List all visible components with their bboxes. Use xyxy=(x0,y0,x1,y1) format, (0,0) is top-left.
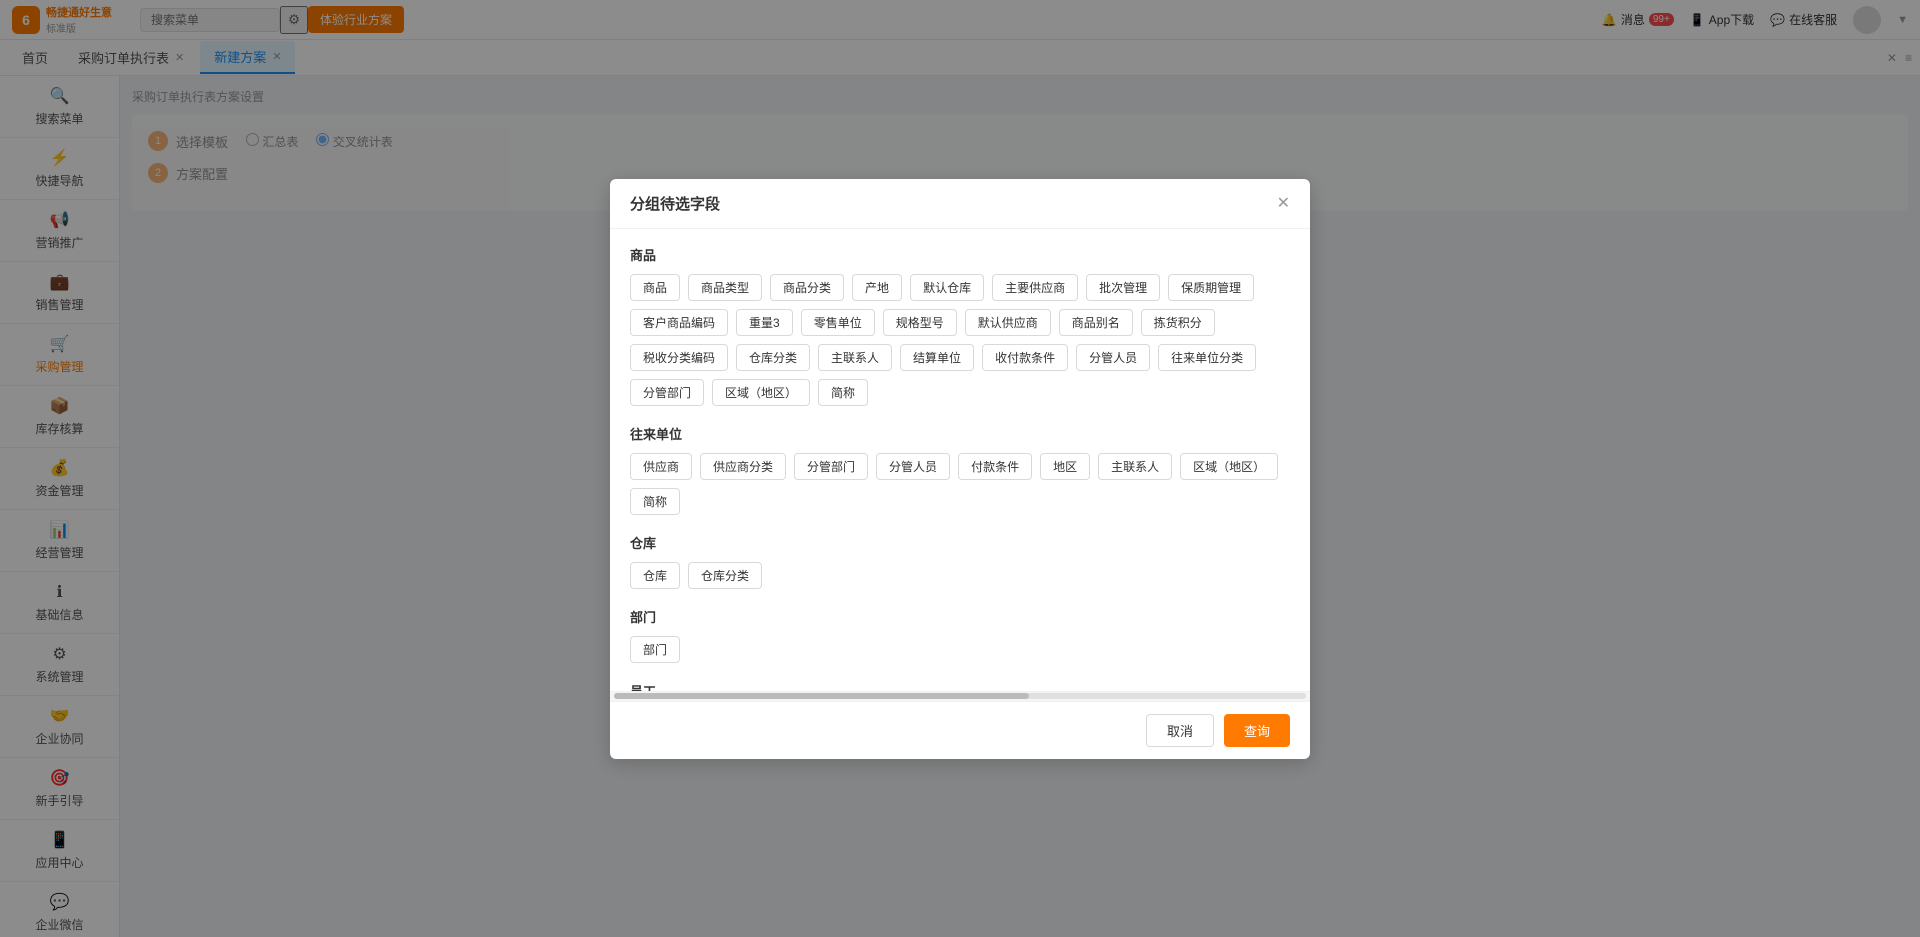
modal-body: 商品 商品 商品类型 商品分类 产地 默认仓库 主要供应商 批次管理 保质期管理… xyxy=(610,229,1310,691)
field-tag[interactable]: 分管部门 xyxy=(630,379,704,406)
field-tag[interactable]: 规格型号 xyxy=(883,309,957,336)
field-tag[interactable]: 客户商品编码 xyxy=(630,309,728,336)
field-tag[interactable]: 默认仓库 xyxy=(910,274,984,301)
section-dept-tags: 部门 xyxy=(630,636,1290,663)
field-tag[interactable]: 拣货积分 xyxy=(1141,309,1215,336)
section-staff-title: 员工 xyxy=(630,681,1290,691)
section-dept: 部门 部门 xyxy=(630,607,1290,663)
field-tag[interactable]: 简称 xyxy=(818,379,868,406)
field-tag[interactable]: 地区 xyxy=(1040,453,1090,480)
modal-footer: 取消 查询 xyxy=(610,701,1310,759)
section-warehouse: 仓库 仓库 仓库分类 xyxy=(630,533,1290,589)
section-partner: 往来单位 供应商 供应商分类 分管部门 分管人员 付款条件 地区 主联系人 区域… xyxy=(630,424,1290,515)
field-tag[interactable]: 商品类型 xyxy=(688,274,762,301)
section-staff: 员工 业务员 xyxy=(630,681,1290,691)
field-tag[interactable]: 供应商分类 xyxy=(700,453,786,480)
field-tag[interactable]: 区域（地区） xyxy=(1180,453,1278,480)
field-tag[interactable]: 供应商 xyxy=(630,453,692,480)
field-tag[interactable]: 分管人员 xyxy=(1076,344,1150,371)
modal-scroll-bottom xyxy=(610,691,1310,701)
section-goods-title: 商品 xyxy=(630,245,1290,264)
modal-title: 分组待选字段 xyxy=(630,193,720,214)
modal-overlay: 分组待选字段 ✕ 商品 商品 商品类型 商品分类 产地 默认仓库 主要供应商 批… xyxy=(0,0,1920,937)
field-tag[interactable]: 商品别名 xyxy=(1059,309,1133,336)
field-tag[interactable]: 商品分类 xyxy=(770,274,844,301)
section-goods: 商品 商品 商品类型 商品分类 产地 默认仓库 主要供应商 批次管理 保质期管理… xyxy=(630,245,1290,406)
field-tag[interactable]: 仓库分类 xyxy=(688,562,762,589)
section-warehouse-tags: 仓库 仓库分类 xyxy=(630,562,1290,589)
modal-close-btn[interactable]: ✕ xyxy=(1277,193,1290,213)
section-partner-tags: 供应商 供应商分类 分管部门 分管人员 付款条件 地区 主联系人 区域（地区） … xyxy=(630,453,1290,515)
field-tag[interactable]: 零售单位 xyxy=(801,309,875,336)
section-warehouse-title: 仓库 xyxy=(630,533,1290,552)
field-tag[interactable]: 主要供应商 xyxy=(992,274,1078,301)
field-tag[interactable]: 商品 xyxy=(630,274,680,301)
field-tag[interactable]: 结算单位 xyxy=(900,344,974,371)
field-tag[interactable]: 收付款条件 xyxy=(982,344,1068,371)
field-tag[interactable]: 分管人员 xyxy=(876,453,950,480)
field-tag[interactable]: 付款条件 xyxy=(958,453,1032,480)
section-goods-tags: 商品 商品类型 商品分类 产地 默认仓库 主要供应商 批次管理 保质期管理 客户… xyxy=(630,274,1290,406)
modal-scroll-track[interactable] xyxy=(614,693,1306,699)
field-tag[interactable]: 主联系人 xyxy=(1098,453,1172,480)
section-partner-title: 往来单位 xyxy=(630,424,1290,443)
field-tag[interactable]: 区域（地区） xyxy=(712,379,810,406)
confirm-button[interactable]: 查询 xyxy=(1224,714,1290,747)
section-dept-title: 部门 xyxy=(630,607,1290,626)
field-tag[interactable]: 仓库分类 xyxy=(736,344,810,371)
field-tag[interactable]: 重量3 xyxy=(736,309,793,336)
modal-scroll-thumb xyxy=(614,693,1029,699)
field-select-modal: 分组待选字段 ✕ 商品 商品 商品类型 商品分类 产地 默认仓库 主要供应商 批… xyxy=(610,179,1310,759)
modal-header: 分组待选字段 ✕ xyxy=(610,179,1310,229)
field-tag[interactable]: 简称 xyxy=(630,488,680,515)
field-tag[interactable]: 默认供应商 xyxy=(965,309,1051,336)
field-tag[interactable]: 分管部门 xyxy=(794,453,868,480)
field-tag[interactable]: 产地 xyxy=(852,274,902,301)
field-tag[interactable]: 批次管理 xyxy=(1086,274,1160,301)
field-tag[interactable]: 仓库 xyxy=(630,562,680,589)
field-tag[interactable]: 主联系人 xyxy=(818,344,892,371)
cancel-button[interactable]: 取消 xyxy=(1146,714,1214,747)
field-tag[interactable]: 往来单位分类 xyxy=(1158,344,1256,371)
field-tag[interactable]: 税收分类编码 xyxy=(630,344,728,371)
field-tag[interactable]: 部门 xyxy=(630,636,680,663)
field-tag[interactable]: 保质期管理 xyxy=(1168,274,1254,301)
